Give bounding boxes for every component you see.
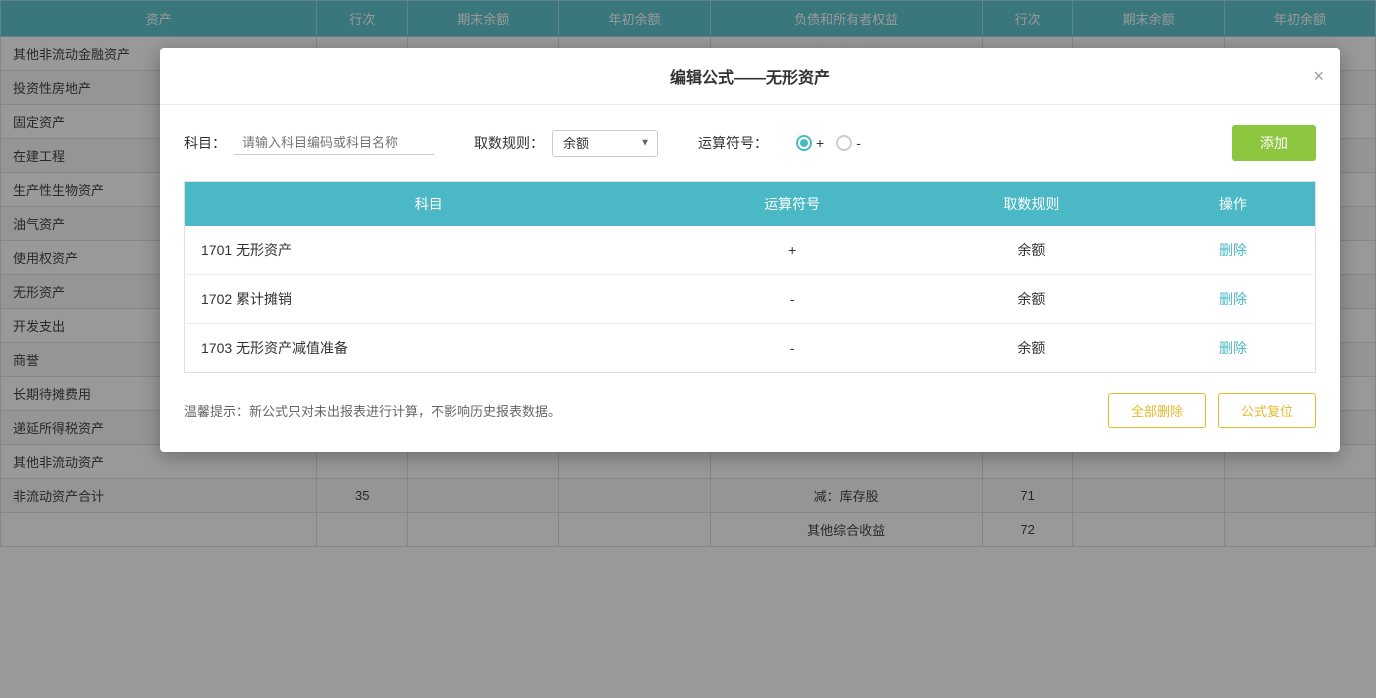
th-rule: 取数规则 xyxy=(912,182,1151,227)
radio-plus-text: + xyxy=(816,135,824,151)
cell-action: 删除 xyxy=(1151,275,1315,324)
cell-operator: + xyxy=(673,226,912,275)
data-table: 科目 运算符号 取数规则 操作 1701 无形资产 + 余额 删除 1702 累… xyxy=(184,181,1316,373)
radio-minus[interactable]: - xyxy=(836,135,861,151)
data-table-wrapper: 科目 运算符号 取数规则 操作 1701 无形资产 + 余额 删除 1702 累… xyxy=(160,181,1340,373)
th-action: 操作 xyxy=(1151,182,1315,227)
table-row: 1703 无形资产减值准备 - 余额 删除 xyxy=(185,324,1316,373)
modal-title: 编辑公式——无形资产 xyxy=(670,64,830,88)
radio-minus-circle xyxy=(836,135,852,151)
cell-subject: 1701 无形资产 xyxy=(185,226,673,275)
modal-footer: 温馨提示：新公式只对未出报表进行计算，不影响历史报表数据。 全部删除 公式复位 xyxy=(160,373,1340,452)
footer-tip: 温馨提示：新公式只对未出报表进行计算，不影响历史报表数据。 xyxy=(184,401,561,420)
cell-rule: 余额 xyxy=(912,226,1151,275)
radio-plus-circle xyxy=(796,135,812,151)
rule-label: 取数规则： xyxy=(474,133,544,153)
footer-buttons: 全部删除 公式复位 xyxy=(1108,393,1316,428)
add-button[interactable]: 添加 xyxy=(1232,125,1316,161)
table-row: 1701 无形资产 + 余额 删除 xyxy=(185,226,1316,275)
th-operator: 运算符号 xyxy=(673,182,912,227)
cell-subject: 1702 累计摊销 xyxy=(185,275,673,324)
modal-dialog: 编辑公式——无形资产 × 科目： 取数规则： 余额 借方发生额 贷方发生额 期初… xyxy=(160,48,1340,452)
th-subject: 科目 xyxy=(185,182,673,227)
reset-button[interactable]: 公式复位 xyxy=(1218,393,1316,428)
operator-label: 运算符号： xyxy=(698,133,768,153)
cell-operator: - xyxy=(673,324,912,373)
rule-select-wrapper: 余额 借方发生额 贷方发生额 期初余额 ▼ xyxy=(552,130,658,157)
rule-select[interactable]: 余额 借方发生额 贷方发生额 期初余额 xyxy=(552,130,658,157)
radio-minus-text: - xyxy=(856,135,861,151)
cell-rule: 余额 xyxy=(912,324,1151,373)
form-row: 科目： 取数规则： 余额 借方发生额 贷方发生额 期初余额 ▼ 运算符号： + xyxy=(160,105,1340,181)
modal-close-button[interactable]: × xyxy=(1313,67,1324,85)
delete-all-button[interactable]: 全部删除 xyxy=(1108,393,1206,428)
subject-input[interactable] xyxy=(234,131,434,155)
delete-link[interactable]: 删除 xyxy=(1219,242,1247,258)
modal-header: 编辑公式——无形资产 × xyxy=(160,48,1340,105)
operator-group: 运算符号： + - xyxy=(698,133,861,153)
radio-plus[interactable]: + xyxy=(796,135,824,151)
cell-operator: - xyxy=(673,275,912,324)
subject-label: 科目： xyxy=(184,133,226,153)
cell-rule: 余额 xyxy=(912,275,1151,324)
delete-link[interactable]: 删除 xyxy=(1219,291,1247,307)
rule-section: 取数规则： 余额 借方发生额 贷方发生额 期初余额 ▼ xyxy=(474,130,658,157)
cell-action: 删除 xyxy=(1151,324,1315,373)
cell-subject: 1703 无形资产减值准备 xyxy=(185,324,673,373)
table-row: 1702 累计摊销 - 余额 删除 xyxy=(185,275,1316,324)
cell-action: 删除 xyxy=(1151,226,1315,275)
delete-link[interactable]: 删除 xyxy=(1219,340,1247,356)
